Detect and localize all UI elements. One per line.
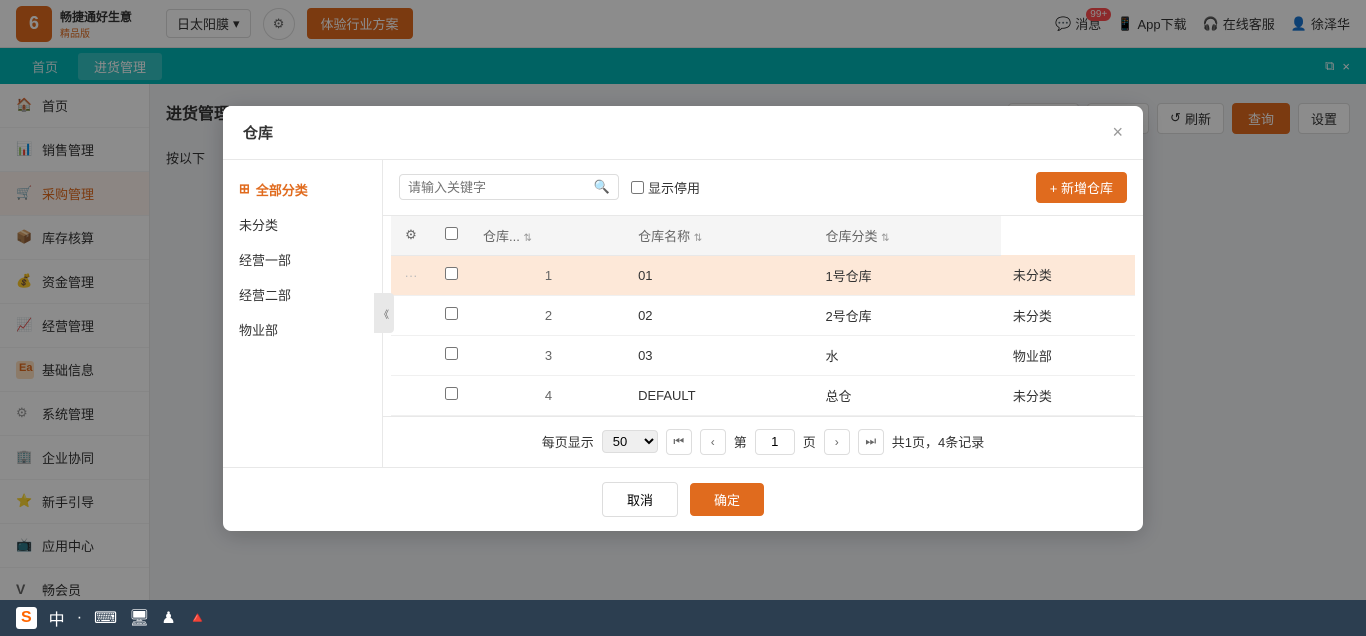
next-page-button[interactable]: › (824, 429, 850, 455)
page-number-input[interactable] (755, 429, 795, 455)
row-category: 物业部 (1001, 335, 1135, 375)
row-checkbox-cell (431, 255, 471, 295)
add-warehouse-button[interactable]: + 新增仓库 (1036, 172, 1127, 203)
bottom-taskbar: S 中 · ⌨ 🖥 ♟ 🔺 (0, 600, 1366, 636)
zh-icon[interactable]: 中 (49, 606, 65, 630)
sort-code-icon[interactable]: ⇅ (523, 233, 531, 244)
modal-title: 仓库 (243, 122, 273, 143)
row-settings[interactable] (391, 295, 431, 335)
th-name: 仓库名称 ⇅ (626, 216, 813, 256)
cat-unclassified[interactable]: 未分类 (223, 207, 382, 242)
warehouse-table: ⚙ 仓库... ⇅ 仓库名称 ⇅ (391, 216, 1135, 416)
cancel-button[interactable]: 取消 (602, 482, 678, 517)
warehouse-modal: 仓库 × ⊞ 全部分类 未分类 经营一部 经营二部 (223, 106, 1143, 531)
row-checkbox[interactable] (445, 267, 458, 280)
search-input[interactable] (408, 180, 594, 195)
th-settings[interactable]: ⚙ (391, 216, 431, 256)
th-code: 仓库... ⇅ (471, 216, 626, 256)
modal-body: ⊞ 全部分类 未分类 经营一部 经营二部 物业部 《 (223, 160, 1143, 467)
sort-cat-icon[interactable]: ⇅ (881, 233, 889, 244)
show-disabled-checkbox[interactable]: 显示停用 (631, 178, 700, 197)
cat-property[interactable]: 物业部 (223, 312, 382, 347)
monitor-icon[interactable]: 🖥 (129, 608, 149, 628)
row-name: 总仓 (813, 375, 1000, 415)
modal-footer: 取消 确定 (223, 467, 1143, 531)
search-icon[interactable]: 🔍 (594, 179, 610, 195)
row-checkbox[interactable] (445, 307, 458, 320)
row-number: 2 (471, 295, 626, 335)
row-code: DEFAULT (626, 375, 813, 415)
modal-toolbar: 🔍 显示停用 + 新增仓库 (383, 160, 1143, 216)
row-settings[interactable] (391, 335, 431, 375)
row-number: 1 (471, 255, 626, 295)
sort-name-icon[interactable]: ⇅ (694, 233, 702, 244)
row-checkbox-cell (431, 295, 471, 335)
select-all-checkbox[interactable] (445, 227, 458, 240)
row-category: 未分类 (1001, 375, 1135, 415)
row-name: 水 (813, 335, 1000, 375)
row-code: 03 (626, 335, 813, 375)
modal-close-button[interactable]: × (1112, 122, 1123, 143)
table-header-row: ⚙ 仓库... ⇅ 仓库名称 ⇅ (391, 216, 1135, 256)
pagination: 每页显示 50 20 100 ⏮ ‹ 第 页 › ⏭ 共1页，4条记录 (383, 416, 1143, 467)
table-row[interactable]: 3 03 水 物业部 (391, 335, 1135, 375)
cat-ops2[interactable]: 经营二部 (223, 277, 382, 312)
arrow-icon[interactable]: 🔺 (188, 608, 208, 628)
row-name: 2号仓库 (813, 295, 1000, 335)
cat-all[interactable]: ⊞ 全部分类 (223, 172, 382, 207)
row-checkbox-cell (431, 375, 471, 415)
last-page-button[interactable]: ⏭ (858, 429, 884, 455)
show-disabled-check[interactable] (631, 181, 644, 194)
category-toggle-button[interactable]: 《 (374, 293, 394, 333)
row-code: 01 (626, 255, 813, 295)
confirm-button[interactable]: 确定 (690, 483, 764, 516)
table-row[interactable]: 2 02 2号仓库 未分类 (391, 295, 1135, 335)
row-number: 4 (471, 375, 626, 415)
table-row[interactable]: 4 DEFAULT 总仓 未分类 (391, 375, 1135, 415)
game-icon[interactable]: ♟ (161, 608, 175, 628)
modal-right-panel: 🔍 显示停用 + 新增仓库 ⚙ (383, 160, 1143, 467)
cat-ops1[interactable]: 经营一部 (223, 242, 382, 277)
category-sidebar: ⊞ 全部分类 未分类 经营一部 经营二部 物业部 《 (223, 160, 383, 467)
row-name: 1号仓库 (813, 255, 1000, 295)
warehouse-table-wrap: ⚙ 仓库... ⇅ 仓库名称 ⇅ (383, 216, 1143, 416)
brand-s-icon: S (16, 607, 37, 629)
dot-icon[interactable]: · (77, 609, 82, 627)
keyboard-icon[interactable]: ⌨ (94, 608, 117, 628)
first-page-button[interactable]: ⏮ (666, 429, 692, 455)
row-settings[interactable] (391, 375, 431, 415)
th-checkbox[interactable] (431, 216, 471, 256)
row-checkbox[interactable] (445, 387, 458, 400)
prev-page-button[interactable]: ‹ (700, 429, 726, 455)
row-settings[interactable]: ··· (391, 255, 431, 295)
grid-icon: ⊞ (239, 181, 250, 197)
row-number: 3 (471, 335, 626, 375)
row-checkbox[interactable] (445, 347, 458, 360)
th-category: 仓库分类 ⇅ (813, 216, 1000, 256)
row-category: 未分类 (1001, 255, 1135, 295)
search-wrap: 🔍 (399, 174, 619, 200)
row-checkbox-cell (431, 335, 471, 375)
table-row[interactable]: ··· 1 01 1号仓库 未分类 (391, 255, 1135, 295)
row-category: 未分类 (1001, 295, 1135, 335)
modal-overlay: 仓库 × ⊞ 全部分类 未分类 经营一部 经营二部 (0, 0, 1366, 636)
per-page-select[interactable]: 50 20 100 (602, 430, 658, 453)
row-code: 02 (626, 295, 813, 335)
modal-header: 仓库 × (223, 106, 1143, 160)
